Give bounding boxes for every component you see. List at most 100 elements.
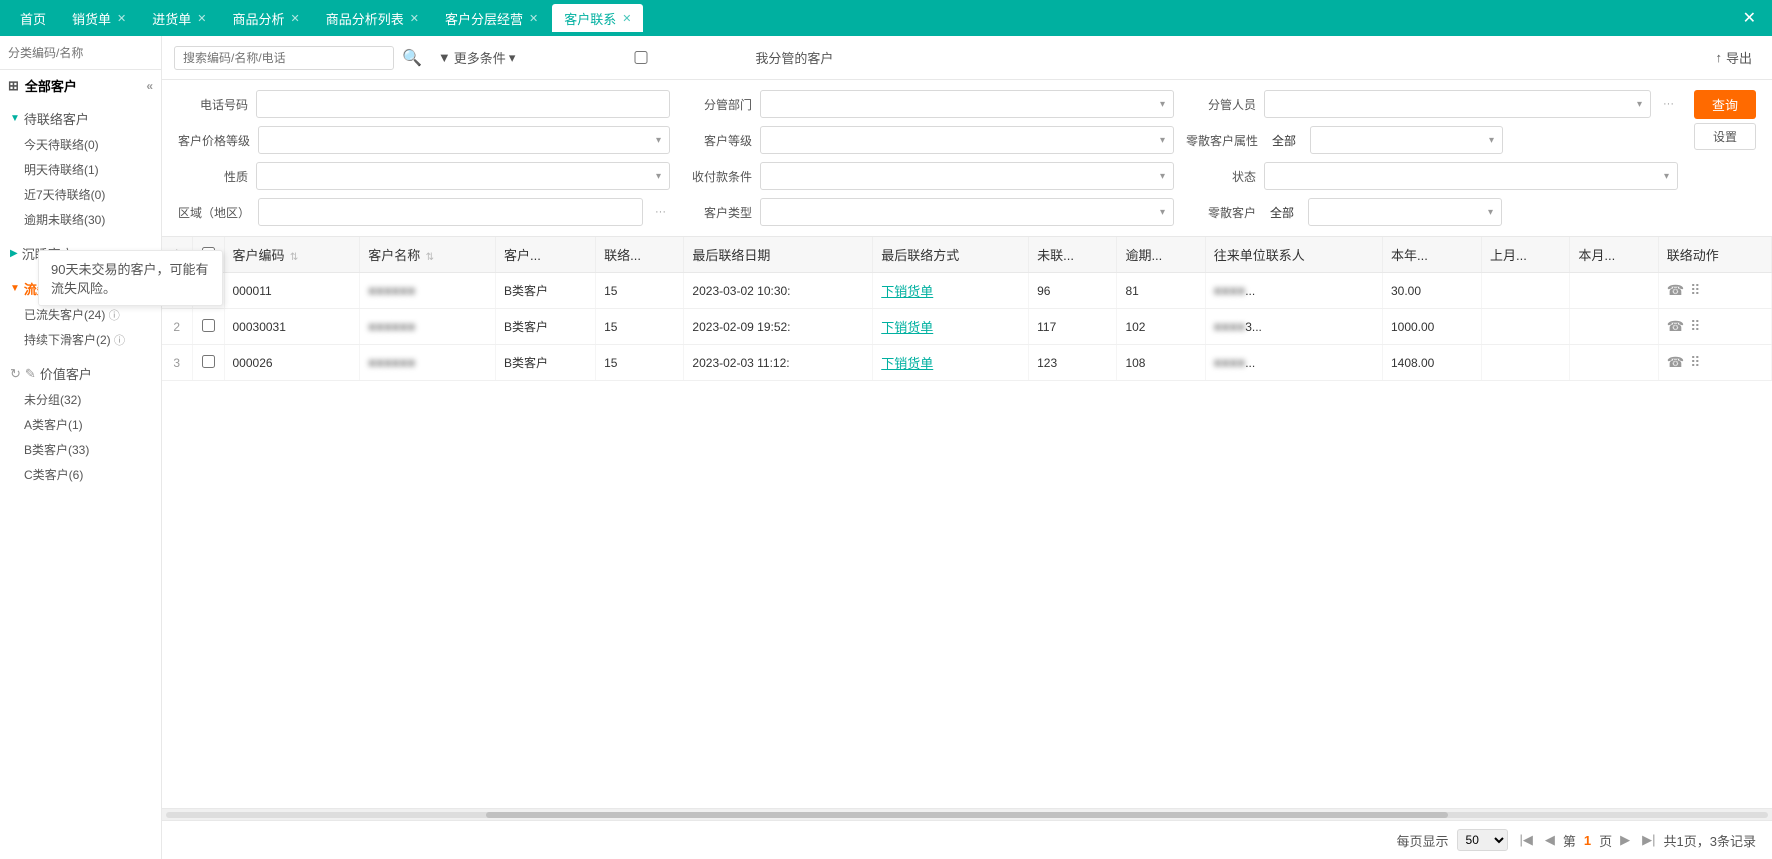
- row-actions: ☎ ⠿: [1658, 345, 1771, 381]
- tab-purchase-close[interactable]: ✕: [197, 12, 206, 25]
- sidebar-item-a-class[interactable]: A类客户(1): [0, 412, 161, 437]
- sidebar-section-pending-title[interactable]: ▼ 待联络客户: [0, 105, 161, 132]
- filter-manager-more[interactable]: ···: [1659, 98, 1678, 110]
- filter-region-more[interactable]: ···: [651, 206, 670, 218]
- last-page-button[interactable]: ▶|: [1638, 830, 1659, 850]
- call-icon[interactable]: ☎: [1667, 318, 1684, 335]
- table-row: 3 000026 ■■■■■■ B类客户 15 2023-02-03 11:12…: [162, 345, 1772, 381]
- tab-goods-analysis[interactable]: 商品分析 ✕: [220, 4, 311, 32]
- sort-name-icon[interactable]: ⇅: [426, 252, 434, 263]
- filter-scatter-select[interactable]: ▾: [1308, 198, 1502, 226]
- query-button[interactable]: 查询: [1694, 90, 1756, 119]
- sidebar-item-7days[interactable]: 近7天待联络(0): [0, 182, 161, 207]
- last-method-link[interactable]: 下销货单: [881, 284, 933, 299]
- next-page-button[interactable]: ▶: [1616, 830, 1634, 850]
- sidebar-item-tomorrow[interactable]: 明天待联络(1): [0, 157, 161, 182]
- horizontal-scrollbar[interactable]: [162, 808, 1772, 820]
- row-this-month: [1570, 273, 1658, 309]
- main-layout: 🔍 ⊞ 全部客户 « ▼ 待联络客户 今天待联络(0) 明天待联络(1) 近7天…: [0, 36, 1772, 859]
- tab-goods-list-close[interactable]: ✕: [410, 12, 419, 25]
- sidebar-item-overdue[interactable]: 逾期未联络(30): [0, 207, 161, 232]
- chevron-down-manager-icon: ▾: [1637, 99, 1642, 110]
- filter-customer-type-select[interactable]: ▾: [760, 198, 1174, 226]
- filter-customer-type: 客户类型 ▾: [682, 198, 1174, 226]
- filter-manager-select[interactable]: ▾: [1264, 90, 1651, 118]
- filter-nature-select[interactable]: ▾: [256, 162, 670, 190]
- settings-button[interactable]: 设置: [1694, 123, 1756, 150]
- sidebar-collapse-icon[interactable]: «: [146, 79, 153, 93]
- page-label: 第: [1563, 831, 1576, 850]
- more-actions-icon[interactable]: ⠿: [1690, 318, 1700, 335]
- my-customer-label: 我分管的客户: [755, 48, 833, 67]
- tab-customer-contact[interactable]: 客户联系 ✕: [552, 4, 643, 32]
- filter-region-input[interactable]: [258, 198, 643, 226]
- sidebar-root-label: 全部客户: [25, 76, 77, 95]
- sidebar-item-declining[interactable]: 持续下滑客户(2) ⓘ: [0, 327, 161, 352]
- th-contact-label: 联络...: [604, 248, 641, 263]
- more-actions-icon[interactable]: ⠿: [1690, 282, 1700, 299]
- filter-scatter-attr-select[interactable]: ▾: [1310, 126, 1503, 154]
- row-this-month: [1570, 345, 1658, 381]
- row-type: B类客户: [496, 309, 596, 345]
- per-page-select[interactable]: 50 100 200: [1457, 829, 1508, 851]
- more-filter-button[interactable]: ▼ 更多条件 ▾: [430, 44, 523, 71]
- th-this-year: 本年...: [1382, 237, 1481, 273]
- filter-customer-level-label: 客户等级: [682, 132, 752, 149]
- search-button[interactable]: 🔍: [402, 48, 422, 68]
- row-checkbox[interactable]: [202, 355, 215, 368]
- search-input[interactable]: [174, 46, 394, 70]
- my-customer-filter[interactable]: 我分管的客户: [531, 48, 833, 67]
- th-overdue-label: 逾期...: [1125, 248, 1162, 263]
- tab-customer-contact-close[interactable]: ✕: [622, 12, 631, 25]
- tab-goods-list[interactable]: 商品分析列表 ✕: [314, 4, 431, 32]
- tab-customer-layer[interactable]: 客户分层经营 ✕: [433, 4, 550, 32]
- sidebar-item-ungrouped[interactable]: 未分组(32): [0, 387, 161, 412]
- content-area: 🔍 ▼ 更多条件 ▾ 我分管的客户 ↑ 导出: [162, 36, 1772, 859]
- edit-icon[interactable]: ✎: [25, 366, 36, 382]
- filter-price-level-select[interactable]: ▾: [258, 126, 670, 154]
- sidebar-item-today[interactable]: 今天待联络(0): [0, 132, 161, 157]
- more-actions-icon[interactable]: ⠿: [1690, 354, 1700, 371]
- last-method-link[interactable]: 下销货单: [881, 356, 933, 371]
- filter-payment-select[interactable]: ▾: [760, 162, 1174, 190]
- row-last-method: 下销货单: [873, 345, 1029, 381]
- filter-region-label: 区域（地区）: [178, 204, 250, 221]
- th-last-method: 最后联络方式: [873, 237, 1029, 273]
- table-header-row: ⚙ 客户编码 ⇅ 客户名称 ⇅: [162, 237, 1772, 273]
- scrollbar-track: [166, 812, 1768, 818]
- th-code[interactable]: 客户编码 ⇅: [224, 237, 360, 273]
- scrollbar-thumb[interactable]: [486, 812, 1447, 818]
- filter-dept-select[interactable]: ▾: [760, 90, 1174, 118]
- filter-phone-input[interactable]: [256, 90, 670, 118]
- refresh-icon[interactable]: ↻: [10, 366, 21, 382]
- prev-page-button[interactable]: ◀: [1541, 830, 1559, 850]
- pending-section-label: 待联络客户: [24, 109, 89, 128]
- tab-customer-layer-close[interactable]: ✕: [529, 12, 538, 25]
- call-icon[interactable]: ☎: [1667, 282, 1684, 299]
- filter-row-1: 电话号码 分管部门 ▾ 分管人员: [178, 90, 1678, 118]
- sidebar-section-value-title[interactable]: ↻ ✎ 价值客户: [0, 360, 161, 387]
- row-checkbox[interactable]: [202, 319, 215, 332]
- tab-home[interactable]: 首页: [8, 4, 58, 32]
- th-name[interactable]: 客户名称 ⇅: [360, 237, 496, 273]
- window-close-button[interactable]: ✕: [1735, 8, 1764, 28]
- sidebar-search-input[interactable]: [8, 46, 162, 60]
- filter-status-select[interactable]: ▾: [1264, 162, 1678, 190]
- first-page-button[interactable]: |◀: [1516, 830, 1537, 850]
- tab-sales[interactable]: 销货单 ✕: [60, 4, 138, 32]
- sort-code-icon[interactable]: ⇅: [290, 252, 298, 263]
- row-uncontacted: 117: [1029, 309, 1117, 345]
- tab-sales-close[interactable]: ✕: [117, 12, 126, 25]
- last-method-link[interactable]: 下销货单: [881, 320, 933, 335]
- sidebar-all-customers[interactable]: ⊞ 全部客户 «: [0, 70, 161, 101]
- sidebar-item-b-class[interactable]: B类客户(33): [0, 437, 161, 462]
- sidebar-item-c-class[interactable]: C类客户(6): [0, 462, 161, 487]
- filter-phone-label: 电话号码: [178, 96, 248, 113]
- tab-goods-analysis-close[interactable]: ✕: [291, 12, 300, 25]
- tab-purchase[interactable]: 进货单 ✕: [140, 4, 218, 32]
- filter-customer-level-select[interactable]: ▾: [760, 126, 1174, 154]
- export-button[interactable]: ↑ 导出: [1707, 44, 1760, 71]
- my-customer-checkbox[interactable]: [531, 51, 751, 64]
- call-icon[interactable]: ☎: [1667, 354, 1684, 371]
- row-name: ■■■■■■: [360, 273, 496, 309]
